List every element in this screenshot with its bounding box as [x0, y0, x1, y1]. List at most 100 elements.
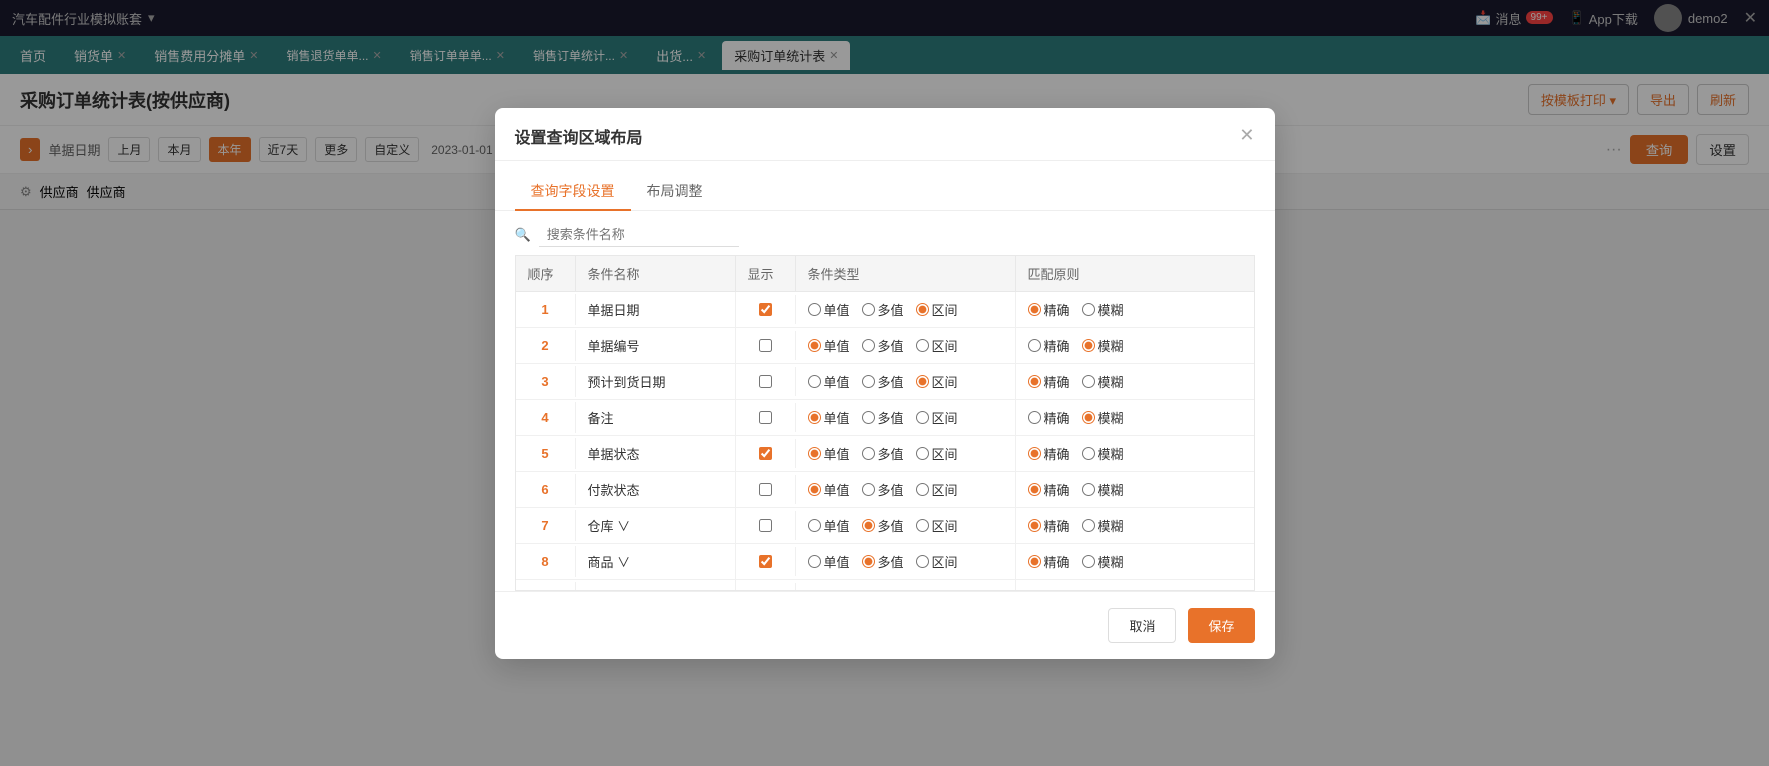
display-checkbox[interactable]: [759, 483, 772, 496]
radio-item-type[interactable]: 区间: [916, 480, 958, 499]
type-radio[interactable]: [808, 303, 821, 316]
radio-item-type[interactable]: 多值: [862, 336, 904, 355]
radio-item-match[interactable]: 模糊: [1082, 336, 1124, 355]
type-radio[interactable]: [916, 483, 929, 496]
tab-query-fields[interactable]: 查询字段设置: [515, 173, 631, 211]
radio-item-type[interactable]: 区间: [916, 444, 958, 463]
radio-item-type[interactable]: 单值: [808, 408, 850, 427]
match-radio[interactable]: [1082, 303, 1095, 316]
type-radio[interactable]: [916, 555, 929, 568]
radio-item-type[interactable]: 区间: [916, 408, 958, 427]
match-radio-group: 精确模糊: [1028, 300, 1124, 319]
radio-item-type[interactable]: 单值: [808, 336, 850, 355]
type-radio[interactable]: [808, 483, 821, 496]
match-radio[interactable]: [1028, 303, 1041, 316]
match-radio[interactable]: [1082, 519, 1095, 532]
radio-item-type[interactable]: 单值: [808, 372, 850, 391]
radio-item-match[interactable]: 精确: [1028, 444, 1070, 463]
radio-item-match[interactable]: 模糊: [1082, 516, 1124, 535]
display-checkbox[interactable]: [759, 447, 772, 460]
match-radio[interactable]: [1082, 339, 1095, 352]
match-radio[interactable]: [1028, 447, 1041, 460]
radio-item-type[interactable]: 单值: [808, 444, 850, 463]
radio-item-type[interactable]: 区间: [916, 516, 958, 535]
radio-item-match[interactable]: 精确: [1028, 552, 1070, 571]
type-radio[interactable]: [916, 411, 929, 424]
match-radio[interactable]: [1082, 375, 1095, 388]
search-input[interactable]: [539, 223, 739, 247]
radio-item-match[interactable]: 精确: [1028, 516, 1070, 535]
radio-item-match[interactable]: 模糊: [1082, 552, 1124, 571]
radio-item-type[interactable]: 区间: [916, 552, 958, 571]
type-radio[interactable]: [808, 375, 821, 388]
display-checkbox[interactable]: [759, 375, 772, 388]
cancel-button[interactable]: 取消: [1108, 608, 1176, 643]
radio-item-type[interactable]: 单值: [808, 516, 850, 535]
type-radio[interactable]: [916, 447, 929, 460]
radio-item-match[interactable]: 精确: [1028, 480, 1070, 499]
type-radio[interactable]: [916, 375, 929, 388]
type-radio[interactable]: [808, 555, 821, 568]
match-radio[interactable]: [1082, 411, 1095, 424]
radio-item-match[interactable]: 精确: [1028, 372, 1070, 391]
match-radio[interactable]: [1082, 447, 1095, 460]
match-radio[interactable]: [1028, 411, 1041, 424]
display-checkbox[interactable]: [759, 339, 772, 352]
radio-item-type[interactable]: 多值: [862, 480, 904, 499]
type-radio[interactable]: [862, 375, 875, 388]
radio-item-type[interactable]: 多值: [862, 300, 904, 319]
match-radio[interactable]: [1028, 339, 1041, 352]
radio-item-match[interactable]: 模糊: [1082, 444, 1124, 463]
radio-item-match[interactable]: 精确: [1028, 336, 1070, 355]
modal-overlay[interactable]: 设置查询区域布局 ✕ 查询字段设置 布局调整 🔍 顺序 条件名称 显示 条件类型…: [0, 0, 1769, 766]
tab-layout-adjust[interactable]: 布局调整: [631, 173, 719, 211]
radio-item-match[interactable]: 模糊: [1082, 372, 1124, 391]
display-checkbox[interactable]: [759, 519, 772, 532]
save-button[interactable]: 保存: [1188, 608, 1254, 643]
order-number: 6: [541, 482, 548, 497]
type-radio[interactable]: [862, 447, 875, 460]
type-radio[interactable]: [916, 303, 929, 316]
radio-item-type[interactable]: 区间: [916, 336, 958, 355]
radio-item-match[interactable]: 精确: [1028, 300, 1070, 319]
match-radio[interactable]: [1082, 555, 1095, 568]
radio-item-match[interactable]: 模糊: [1082, 408, 1124, 427]
type-radio[interactable]: [808, 447, 821, 460]
match-radio[interactable]: [1028, 375, 1041, 388]
radio-item-type[interactable]: 区间: [916, 372, 958, 391]
radio-item-type[interactable]: 多值: [862, 552, 904, 571]
radio-item-match[interactable]: 模糊: [1082, 300, 1124, 319]
type-radio[interactable]: [916, 339, 929, 352]
radio-item-type[interactable]: 多值: [862, 372, 904, 391]
match-radio[interactable]: [1028, 483, 1041, 496]
dialog-close-button[interactable]: ✕: [1239, 125, 1254, 146]
match-radio[interactable]: [1028, 555, 1041, 568]
radio-item-type[interactable]: 单值: [808, 300, 850, 319]
type-radio[interactable]: [862, 483, 875, 496]
type-radio[interactable]: [916, 519, 929, 532]
radio-item-match[interactable]: 模糊: [1082, 480, 1124, 499]
cell-display: [736, 475, 796, 504]
type-radio[interactable]: [808, 339, 821, 352]
radio-item-type[interactable]: 单值: [808, 552, 850, 571]
radio-item-type[interactable]: 多值: [862, 516, 904, 535]
radio-item-match[interactable]: 精确: [1028, 408, 1070, 427]
type-radio[interactable]: [862, 303, 875, 316]
type-radio-group: 单值多值区间: [808, 408, 958, 427]
display-checkbox[interactable]: [759, 303, 772, 316]
type-radio[interactable]: [862, 555, 875, 568]
radio-item-type[interactable]: 多值: [862, 444, 904, 463]
display-checkbox[interactable]: [759, 411, 772, 424]
type-radio[interactable]: [862, 411, 875, 424]
radio-item-type[interactable]: 区间: [916, 300, 958, 319]
radio-item-type[interactable]: 单值: [808, 480, 850, 499]
display-checkbox[interactable]: [759, 555, 772, 568]
type-radio[interactable]: [808, 411, 821, 424]
radio-item-type[interactable]: 多值: [862, 408, 904, 427]
type-radio[interactable]: [808, 519, 821, 532]
match-radio[interactable]: [1082, 483, 1095, 496]
type-radio[interactable]: [862, 339, 875, 352]
radio-label: 单值: [824, 336, 850, 355]
match-radio[interactable]: [1028, 519, 1041, 532]
type-radio[interactable]: [862, 519, 875, 532]
